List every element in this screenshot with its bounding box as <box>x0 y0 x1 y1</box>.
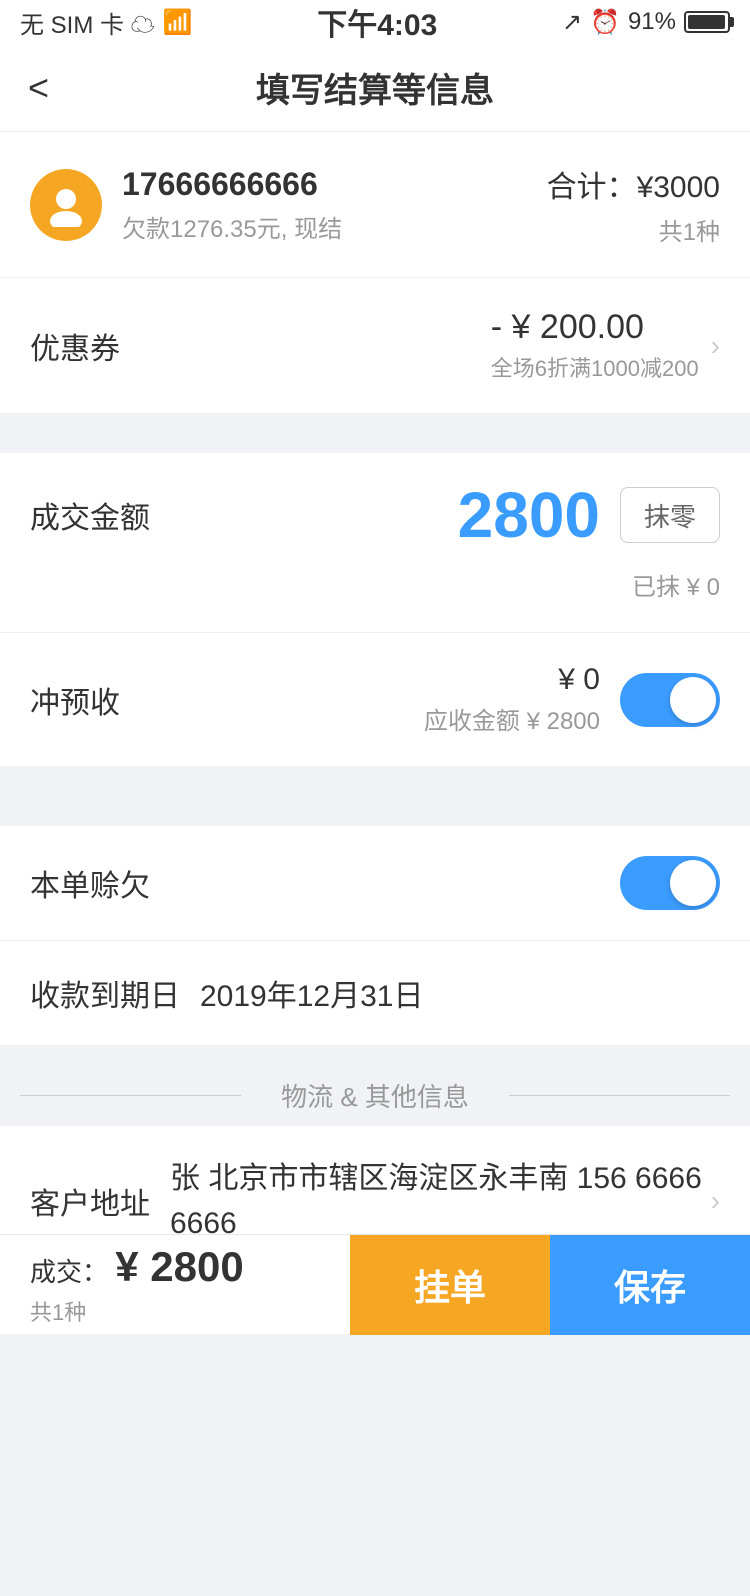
round-button[interactable]: 抹零 <box>620 487 720 543</box>
address-value: 张 北京市市辖区海淀区永丰南 156 6666 6666 <box>170 1156 711 1246</box>
deal-amount-label: 成交金额 <box>30 493 150 537</box>
logistics-label: 物流 & 其他信息 <box>281 1077 469 1114</box>
sim-label: 无 SIM 卡 ☁ <box>20 5 155 40</box>
customer-amount: 合计：¥3000 共1种 <box>547 162 720 247</box>
bottom-summary: 成交： ¥ 2800 共1种 <box>0 1243 350 1327</box>
divider-1 <box>0 433 750 453</box>
bottom-count: 共1种 <box>30 1295 320 1327</box>
battery-percent: 91% <box>628 8 676 36</box>
amount-count: 共1种 <box>547 212 720 247</box>
alarm-icon: ⏰ <box>590 8 620 37</box>
own-debt-label: 本单赊欠 <box>30 861 150 905</box>
divider-line-left <box>20 1095 241 1096</box>
bottom-deal-amount: ¥ 2800 <box>115 1243 243 1290</box>
already-round-text: 已抹 ¥ 0 <box>30 567 720 602</box>
prepay-toggle[interactable] <box>620 673 720 727</box>
customer-row: 17666666666 欠款1276.35元, 现结 合计：¥3000 共1种 <box>0 132 750 277</box>
prepay-sub: 应收金额 ¥ 2800 <box>424 701 600 736</box>
prepay-amount: ¥ 0 <box>424 663 600 697</box>
prepay-right: ¥ 0 应收金额 ¥ 2800 <box>424 663 720 736</box>
toggle-knob <box>670 677 716 723</box>
prepay-value: ¥ 0 应收金额 ¥ 2800 <box>424 663 600 736</box>
own-debt-section: 本单赊欠 收款到期日 2019年12月31日 <box>0 806 750 1045</box>
amount-section: 成交金额 2800 抹零 已抹 ¥ 0 冲预收 ¥ 0 应收金额 ¥ 2800 <box>0 453 750 766</box>
address-label: 客户地址 <box>30 1179 150 1223</box>
status-bar: 无 SIM 卡 ☁ 📶 下午4:03 ↗ ⏰ 91% <box>0 0 750 44</box>
customer-info: 17666666666 欠款1276.35元, 现结 <box>122 166 547 244</box>
prepay-row: 冲预收 ¥ 0 应收金额 ¥ 2800 <box>0 632 750 766</box>
status-time: 下午4:03 <box>317 0 437 44</box>
deal-amount-row: 成交金额 2800 抹零 已抹 ¥ 0 <box>0 453 750 632</box>
due-date-value: 2019年12月31日 <box>200 971 423 1015</box>
customer-desc: 欠款1276.35元, 现结 <box>122 209 547 244</box>
status-left: 无 SIM 卡 ☁ 📶 <box>20 5 193 40</box>
hold-button[interactable]: 挂单 <box>350 1235 550 1335</box>
own-debt-knob <box>670 860 716 906</box>
amount-row-right: 2800 抹零 <box>458 483 720 547</box>
back-button[interactable]: < <box>28 67 49 109</box>
bottom-bar: 成交： ¥ 2800 共1种 挂单 保存 <box>0 1234 750 1334</box>
coupon-right: - ¥ 200.00 全场6折满1000减200 › <box>491 308 720 383</box>
bottom-deal-text: 成交： ¥ 2800 <box>30 1243 320 1291</box>
amount-main-row: 成交金额 2800 抹零 <box>30 483 720 547</box>
total-amount: 合计：¥3000 <box>547 162 720 206</box>
customer-section: 17666666666 欠款1276.35元, 现结 合计：¥3000 共1种 … <box>0 132 750 413</box>
due-date-row: 收款到期日 2019年12月31日 <box>0 940 750 1045</box>
coupon-label: 优惠券 <box>30 324 120 368</box>
wifi-icon: 📶 <box>163 8 193 37</box>
deal-amount-value: 2800 <box>458 483 600 547</box>
address-chevron-icon: › <box>711 1185 720 1217</box>
status-right: ↗ ⏰ 91% <box>562 8 730 37</box>
divider-line-right <box>509 1095 730 1096</box>
prepay-label: 冲预收 <box>30 678 120 722</box>
divider-2 <box>0 786 750 806</box>
coupon-discount: - ¥ 200.00 <box>491 308 699 347</box>
avatar <box>30 169 102 241</box>
customer-phone: 17666666666 <box>122 166 547 203</box>
page-header: < 填写结算等信息 <box>0 44 750 132</box>
battery-icon <box>684 11 730 33</box>
chevron-right-icon: › <box>711 330 720 362</box>
due-date-label: 收款到期日 <box>30 971 180 1015</box>
coupon-row[interactable]: 优惠券 - ¥ 200.00 全场6折满1000减200 › <box>0 277 750 413</box>
own-debt-row: 本单赊欠 <box>0 806 750 940</box>
own-debt-toggle[interactable] <box>620 856 720 910</box>
save-button[interactable]: 保存 <box>550 1235 750 1335</box>
bottom-deal-label: 成交： <box>30 1257 108 1287</box>
location-icon: ↗ <box>562 8 582 37</box>
coupon-desc: 全场6折满1000减200 <box>491 351 699 383</box>
page-title: 填写结算等信息 <box>256 63 494 112</box>
logistics-divider: 物流 & 其他信息 <box>0 1065 750 1125</box>
